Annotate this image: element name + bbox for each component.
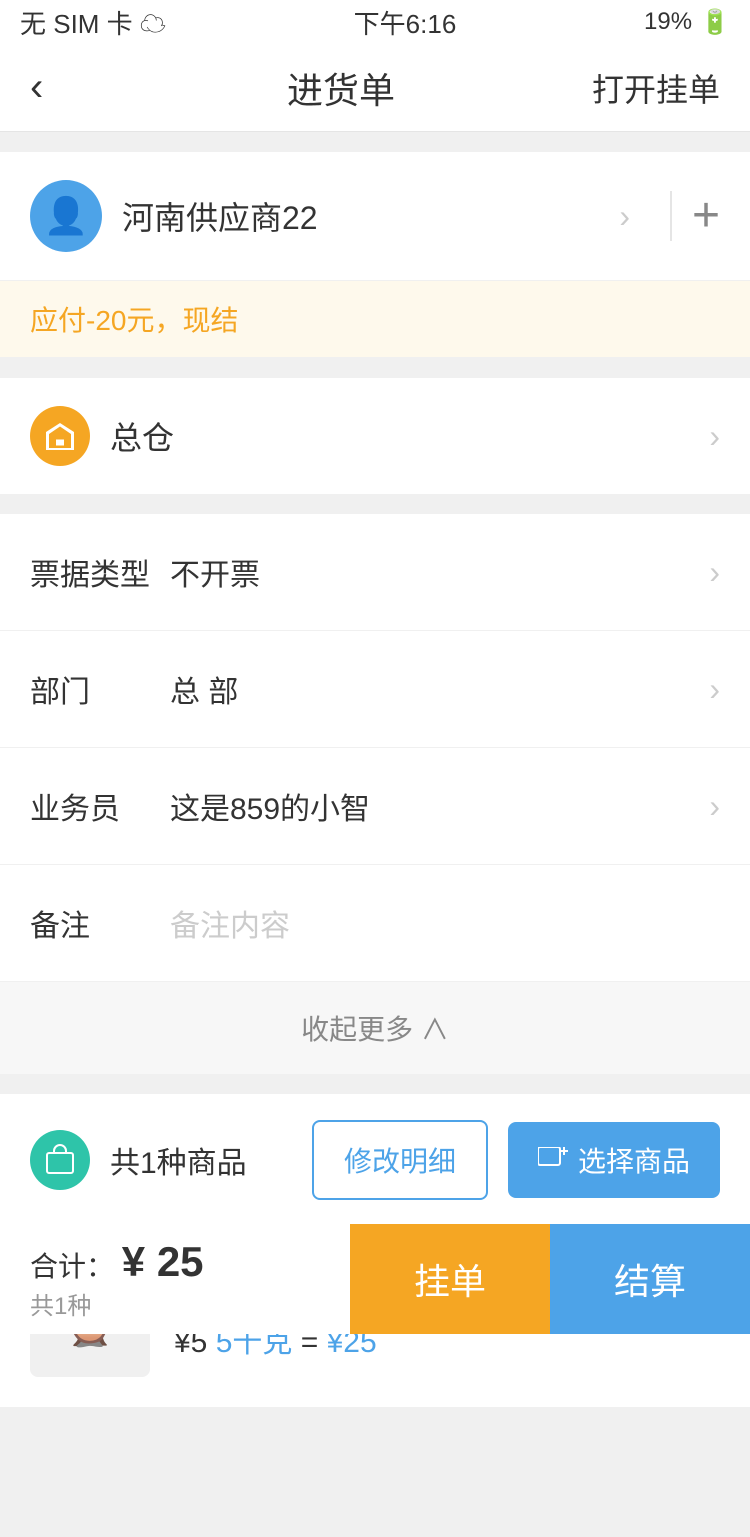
salesperson-value: 这是859的小智 — [170, 784, 709, 828]
total-row: 合计： ¥ 25 — [30, 1238, 320, 1286]
product-icon — [30, 1130, 90, 1190]
warehouse-chevron-icon: › — [709, 418, 720, 455]
supplier-avatar-icon: 👤 — [44, 195, 89, 237]
warehouse-name: 总仓 — [110, 413, 709, 459]
salesperson-row[interactable]: 业务员 这是859的小智 › — [0, 748, 750, 865]
supplier-chevron-icon: › — [619, 198, 630, 235]
warehouse-svg-icon — [43, 419, 77, 453]
edit-detail-button[interactable]: 修改明细 — [312, 1120, 488, 1200]
add-supplier-button[interactable]: + — [692, 192, 720, 240]
salesperson-label: 业务员 — [30, 784, 170, 828]
department-chevron-icon: › — [709, 671, 720, 708]
department-label: 部门 — [30, 667, 170, 711]
total-label: 合计： — [30, 1251, 114, 1282]
status-time: 下午6:16 — [354, 4, 457, 41]
supplier-divider — [670, 191, 672, 241]
supplier-avatar: 👤 — [30, 180, 102, 252]
battery-level: 19% — [644, 8, 692, 36]
invoice-type-label: 票据类型 — [30, 550, 170, 594]
invoice-chevron-icon: › — [709, 554, 720, 591]
department-row[interactable]: 部门 总 部 › — [0, 631, 750, 748]
status-right: 19% 🔋 — [644, 8, 730, 37]
select-product-button[interactable]: 选择商品 — [508, 1122, 720, 1198]
status-bar: 无 SIM 卡 ☁ 下午6:16 19% 🔋 — [0, 0, 750, 44]
department-value: 总 部 — [170, 667, 709, 711]
cart-icon — [538, 1147, 568, 1173]
bottom-bar: 合计： ¥ 25 共1种 挂单 结算 — [0, 1224, 750, 1334]
warehouse-section: 总仓 › — [0, 377, 750, 494]
checkout-button[interactable]: 结算 — [550, 1224, 750, 1334]
form-section: 票据类型 不开票 › 部门 总 部 › 业务员 这是859的小智 › 备注 备注… — [0, 514, 750, 982]
back-button[interactable]: ‹ — [30, 65, 90, 110]
supplier-row[interactable]: 👤 河南供应商22 › + — [0, 152, 750, 281]
open-pending-button[interactable]: 打开挂单 — [592, 65, 720, 111]
page-title: 进货单 — [287, 62, 395, 114]
select-product-label: 选择商品 — [578, 1140, 690, 1180]
remark-placeholder: 备注内容 — [170, 901, 720, 945]
salesperson-chevron-icon: › — [709, 788, 720, 825]
supplier-name: 河南供应商22 — [122, 193, 619, 239]
supplier-divider-block — [0, 357, 750, 377]
total-section: 合计： ¥ 25 共1种 — [0, 1238, 350, 1321]
product-header: 共1种商品 修改明细 选择商品 — [0, 1094, 750, 1226]
collapse-button[interactable]: 收起更多 ∧ — [0, 982, 750, 1074]
invoice-type-row[interactable]: 票据类型 不开票 › — [0, 514, 750, 631]
nav-bar: ‹ 进货单 打开挂单 — [0, 44, 750, 132]
product-svg-icon — [43, 1143, 77, 1177]
product-count: 共1种商品 — [110, 1138, 292, 1182]
supplier-section: 👤 河南供应商22 › + 应付-20元，现结 — [0, 152, 750, 357]
status-left: 无 SIM 卡 ☁ — [20, 4, 166, 41]
sim-status: 无 SIM 卡 ☁ — [20, 4, 166, 41]
total-count: 共1种 — [30, 1286, 320, 1321]
hang-order-button[interactable]: 挂单 — [350, 1224, 550, 1334]
battery-icon: 🔋 — [700, 8, 730, 37]
remark-row[interactable]: 备注 备注内容 — [0, 865, 750, 982]
invoice-type-value: 不开票 — [170, 550, 709, 594]
warehouse-row[interactable]: 总仓 › — [0, 377, 750, 494]
remark-label: 备注 — [30, 901, 170, 945]
top-divider — [0, 132, 750, 152]
bottom-padding — [0, 1407, 750, 1537]
warehouse-icon — [30, 406, 90, 466]
payment-banner: 应付-20元，现结 — [0, 281, 750, 357]
total-amount: ¥ 25 — [122, 1238, 204, 1285]
